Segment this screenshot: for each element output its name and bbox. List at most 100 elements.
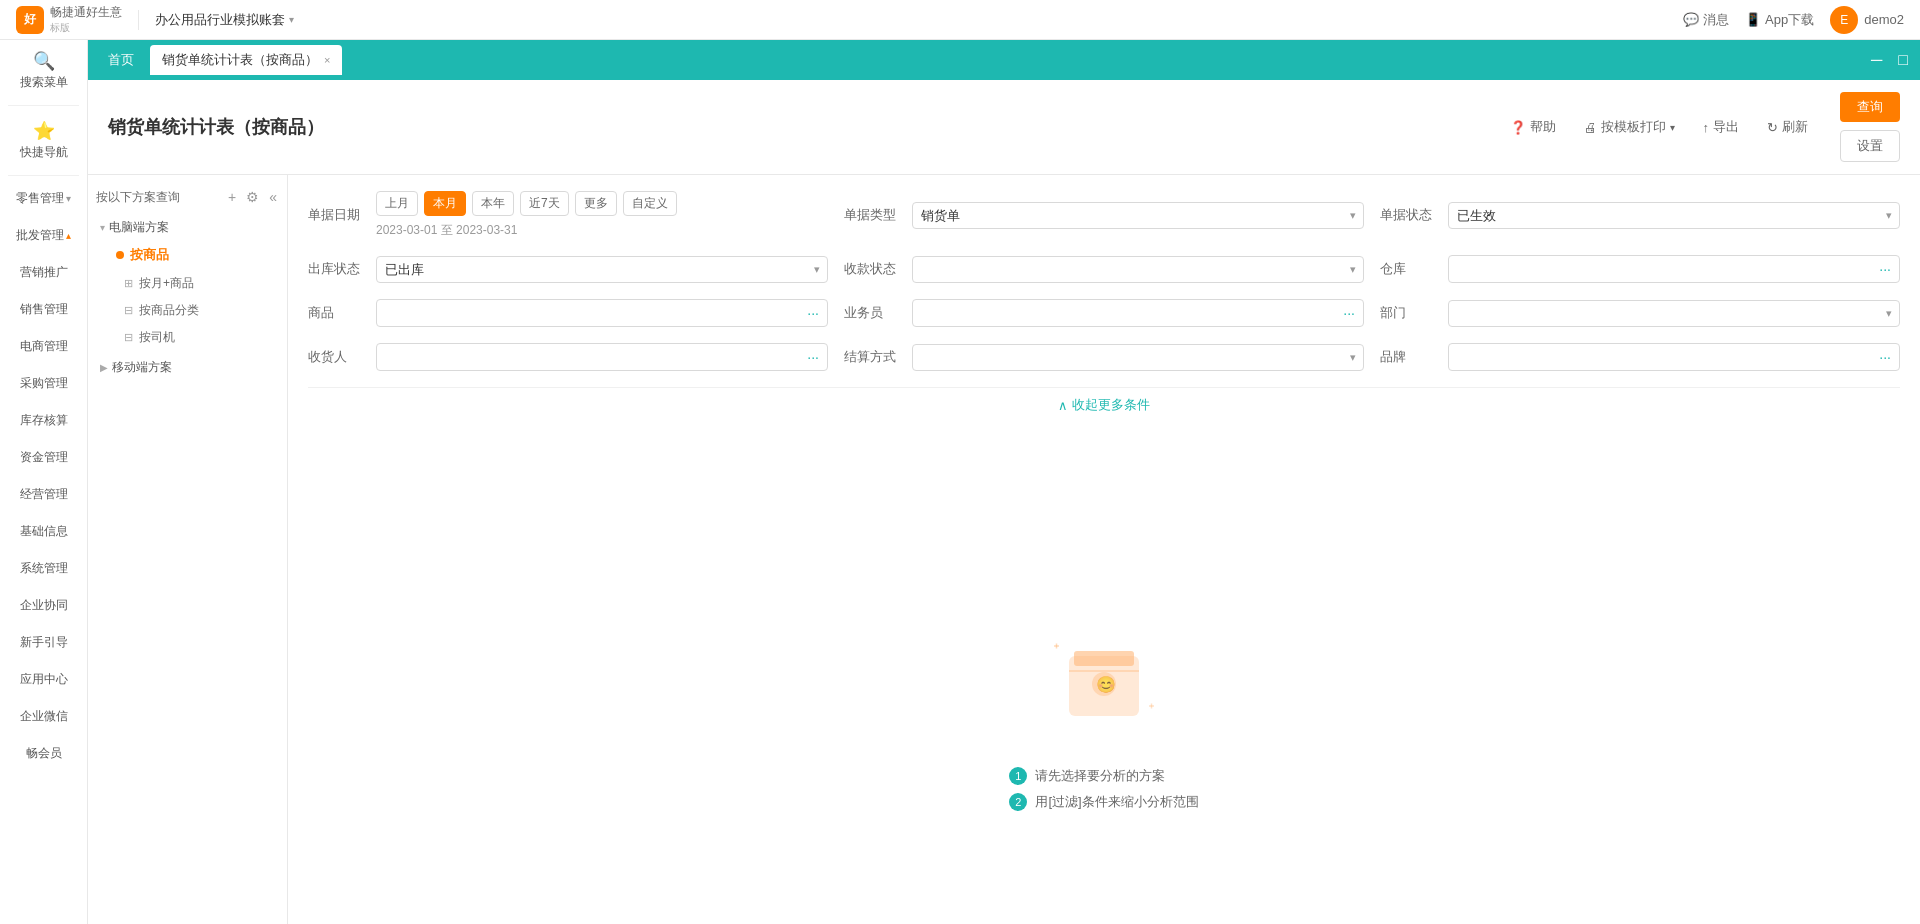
filter-area: 单据日期 上月 本月 本年 近7天 更多 自定义 20 bbox=[288, 175, 1920, 506]
export-icon: ↑ bbox=[1703, 120, 1710, 135]
help-btn[interactable]: ❓ 帮助 bbox=[1502, 114, 1564, 140]
goods-text-input[interactable] bbox=[385, 306, 807, 321]
scheme-sub-driver[interactable]: ⊟ 按司机 bbox=[88, 324, 287, 351]
table2-icon: ⊟ bbox=[124, 304, 133, 317]
sidebar-item-operations[interactable]: 经营管理 bbox=[0, 476, 87, 513]
brand-dots-btn[interactable]: ··· bbox=[1879, 349, 1891, 365]
date-more-btn[interactable]: 更多 bbox=[575, 191, 617, 216]
payment-method-select[interactable] bbox=[912, 344, 1364, 371]
refresh-btn[interactable]: ↻ 刷新 bbox=[1759, 114, 1816, 140]
tab-minimize-btn[interactable]: ─ bbox=[1867, 47, 1886, 73]
sidebar-item-inventory[interactable]: 库存核算 bbox=[0, 402, 87, 439]
refresh-icon: ↻ bbox=[1767, 120, 1778, 135]
payment-status-select-wrap bbox=[912, 256, 1364, 283]
app-download-btn[interactable]: 📱 App下载 bbox=[1745, 11, 1814, 29]
salesperson-text-input[interactable] bbox=[921, 306, 1343, 321]
goods-dots-btn[interactable]: ··· bbox=[807, 305, 819, 321]
tab-active[interactable]: 销货单统计计表（按商品） × bbox=[150, 45, 342, 75]
sidebar-item-marketing[interactable]: 营销推广 bbox=[0, 254, 87, 291]
sidebar-item-wholesale[interactable]: 批发管理 ▴ bbox=[0, 217, 87, 254]
warehouse-status-select[interactable]: 已出库 bbox=[376, 256, 828, 283]
sidebar-item-sales[interactable]: 销售管理 bbox=[0, 291, 87, 328]
scheme-sub-goods-cat[interactable]: ⊟ 按商品分类 bbox=[88, 297, 287, 324]
scheme-collapse-btn[interactable]: « bbox=[267, 187, 279, 207]
sidebar-item-quicknav[interactable]: ⭐ 快捷导航 bbox=[0, 110, 87, 171]
filter-collapse-btn[interactable]: ∧ 收起更多条件 bbox=[308, 387, 1900, 422]
date-quick-btns: 上月 本月 本年 近7天 更多 自定义 bbox=[376, 191, 677, 216]
scheme-sub-month-goods[interactable]: ⊞ 按月+商品 bbox=[88, 270, 287, 297]
sidebar-item-wechat[interactable]: 企业微信 bbox=[0, 698, 87, 735]
tab-maximize-btn[interactable]: □ bbox=[1894, 47, 1912, 73]
sidebar-item-search[interactable]: 🔍 搜索菜单 bbox=[0, 40, 87, 101]
sidebar-item-newuser[interactable]: 新手引导 bbox=[0, 624, 87, 661]
message-btn[interactable]: 💬 消息 bbox=[1683, 11, 1729, 29]
warehouse-dots-btn[interactable]: ··· bbox=[1879, 261, 1891, 277]
sidebar-item-retail[interactable]: 零售管理 ▾ bbox=[0, 180, 87, 217]
filter-doc-status: 单据状态 已生效 bbox=[1380, 191, 1900, 239]
scheme-panel-header: 按以下方案查询 + ⚙ « bbox=[88, 183, 287, 211]
scheme-dot bbox=[116, 251, 124, 259]
message-icon: 💬 bbox=[1683, 12, 1699, 27]
date-7days-btn[interactable]: 近7天 bbox=[520, 191, 569, 216]
settings-btn[interactable]: 设置 bbox=[1840, 130, 1900, 162]
user-menu[interactable]: E demo2 bbox=[1830, 6, 1904, 34]
sidebar-item-appcenter[interactable]: 应用中心 bbox=[0, 661, 87, 698]
scheme-item-by-goods[interactable]: 按商品 bbox=[88, 240, 287, 270]
warehouse-status-select-wrap: 已出库 bbox=[376, 256, 828, 283]
collapse-icon: ∧ bbox=[1058, 398, 1068, 413]
filter-row-3: 商品 ··· 业务员 ··· bbox=[308, 299, 1900, 327]
table-icon: ⊞ bbox=[124, 277, 133, 290]
filter-row-1: 单据日期 上月 本月 本年 近7天 更多 自定义 20 bbox=[308, 191, 1900, 239]
salesperson-dots-btn[interactable]: ··· bbox=[1343, 305, 1355, 321]
payment-status-select[interactable] bbox=[912, 256, 1364, 283]
filter-warehouse-status: 出库状态 已出库 bbox=[308, 255, 828, 283]
sidebar-item-member[interactable]: 畅会员 bbox=[0, 735, 87, 772]
filter-payment-method: 结算方式 bbox=[844, 343, 1364, 371]
tab-close-icon[interactable]: × bbox=[324, 54, 330, 66]
tab-home[interactable]: 首页 bbox=[96, 45, 146, 75]
query-btn[interactable]: 查询 bbox=[1840, 92, 1900, 122]
receiver-dots-btn[interactable]: ··· bbox=[807, 349, 819, 365]
logo-text: 畅捷通好生意 标版 bbox=[50, 4, 122, 35]
sidebar-item-finance[interactable]: 资金管理 bbox=[0, 439, 87, 476]
scheme-edit-btn[interactable]: ⚙ bbox=[244, 187, 261, 207]
scheme-add-btn[interactable]: + bbox=[226, 187, 238, 207]
print-btn[interactable]: 🖨 按模板打印 ▾ bbox=[1576, 114, 1683, 140]
date-current-btn[interactable]: 本月 bbox=[424, 191, 466, 216]
empty-step-1: 1 请先选择要分析的方案 bbox=[1009, 767, 1198, 785]
date-prev-btn[interactable]: 上月 bbox=[376, 191, 418, 216]
filter-row-2: 出库状态 已出库 收款状态 bbox=[308, 255, 1900, 283]
logo-area: 好 畅捷通好生意 标版 bbox=[16, 4, 122, 35]
inner-layout: 按以下方案查询 + ⚙ « ▾ 电脑端方案 按商品 bbox=[88, 175, 1920, 924]
chevron-down-icon: ▾ bbox=[66, 193, 71, 204]
filter-doc-type: 单据类型 销货单 bbox=[844, 191, 1364, 239]
sidebar-item-purchase[interactable]: 采购管理 bbox=[0, 365, 87, 402]
main-layout: 🔍 搜索菜单 ⭐ 快捷导航 零售管理 ▾ 批发管理 ▴ 营销推广 销售管理 电商… bbox=[0, 40, 1920, 924]
filter-row-4: 收货人 ··· 结算方式 bbox=[308, 343, 1900, 371]
doc-type-select[interactable]: 销货单 bbox=[912, 202, 1364, 229]
warehouse-text-input[interactable] bbox=[1457, 262, 1879, 277]
brand-text-input[interactable] bbox=[1457, 350, 1879, 365]
scheme-group-pc-header[interactable]: ▾ 电脑端方案 bbox=[88, 215, 287, 240]
logo-icon: 好 bbox=[16, 6, 44, 34]
receiver-input: ··· bbox=[376, 343, 828, 371]
date-year-btn[interactable]: 本年 bbox=[472, 191, 514, 216]
svg-rect-1 bbox=[1074, 651, 1134, 666]
receiver-text-input[interactable] bbox=[385, 350, 807, 365]
workspace-selector[interactable]: 办公用品行业模拟账套 ▾ bbox=[155, 11, 294, 29]
sidebar-item-enterprise[interactable]: 企业协同 bbox=[0, 587, 87, 624]
sidebar-item-basics[interactable]: 基础信息 bbox=[0, 513, 87, 550]
date-custom-btn[interactable]: 自定义 bbox=[623, 191, 677, 216]
scheme-group-mobile-header[interactable]: ▶ 移动端方案 bbox=[88, 355, 287, 380]
help-icon: ❓ bbox=[1510, 120, 1526, 135]
sidebar-item-ecommerce[interactable]: 电商管理 bbox=[0, 328, 87, 365]
divider bbox=[8, 105, 79, 106]
empty-illustration: 😊 bbox=[1034, 611, 1174, 751]
goods-input: ··· bbox=[376, 299, 828, 327]
sidebar-item-system[interactable]: 系统管理 bbox=[0, 550, 87, 587]
chevron-right-icon: ▶ bbox=[100, 362, 108, 373]
doc-status-select[interactable]: 已生效 bbox=[1448, 202, 1900, 229]
filter-dept: 部门 bbox=[1380, 299, 1900, 327]
dept-select[interactable] bbox=[1448, 300, 1900, 327]
export-btn[interactable]: ↑ 导出 bbox=[1695, 114, 1748, 140]
